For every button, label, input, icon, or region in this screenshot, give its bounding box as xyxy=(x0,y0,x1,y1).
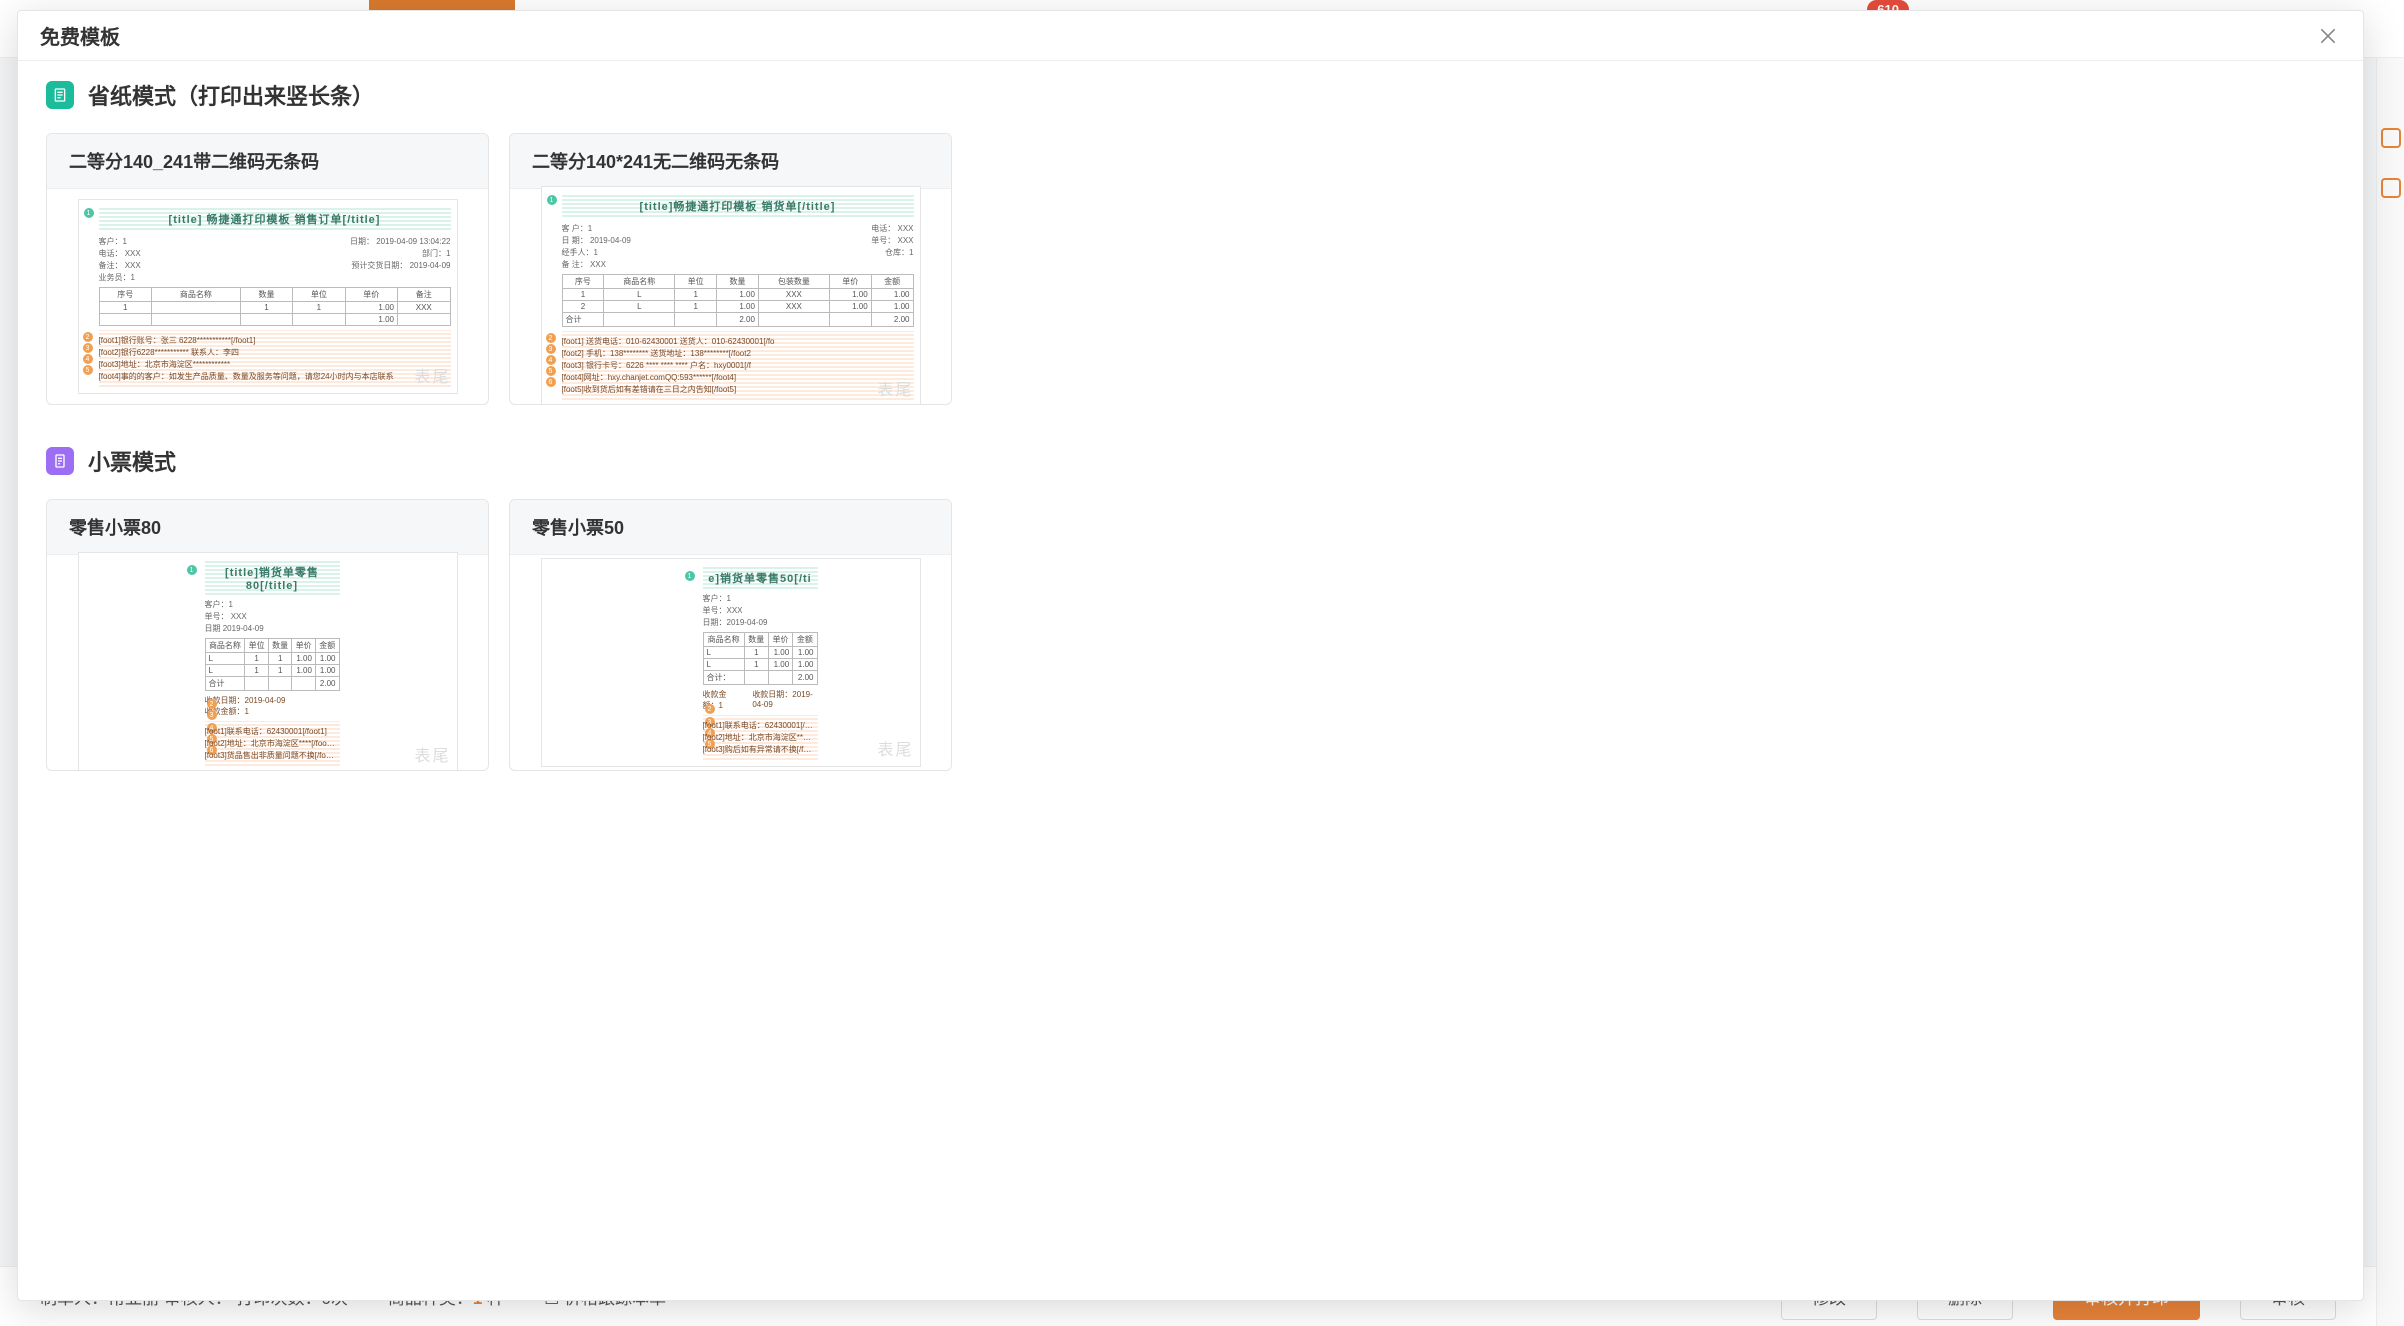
template-card-140-241-noqr[interactable]: 二等分140*241无二维码无条码 1 [title]畅捷通打印模板 销货单[/… xyxy=(509,133,952,405)
close-button[interactable] xyxy=(2315,23,2341,49)
section-icon xyxy=(46,81,74,109)
template-preview: 1 [title] 畅捷通打印模板 销售订单[/title] 客户：1日期： 2… xyxy=(78,199,458,394)
modal-header: 免费模板 xyxy=(18,11,2363,61)
watermark: 表尾 xyxy=(414,742,450,766)
section-title: 小票模式 xyxy=(88,445,176,477)
card-title: 二等分140*241无二维码无条码 xyxy=(510,134,951,189)
card-title: 零售小票50 xyxy=(510,500,951,555)
section-icon xyxy=(46,447,74,475)
section-paper-save: 省纸模式（打印出来竖长条） 二等分140_241带二维码无条码 1 [title… xyxy=(46,79,2335,405)
close-icon xyxy=(2318,26,2338,46)
receipt-icon xyxy=(52,453,68,469)
template-card-receipt-50[interactable]: 零售小票50 1 e]销货单零售50[/ti 客户：1 单号：XXX 日期：20… xyxy=(509,499,952,771)
card-title: 零售小票80 xyxy=(47,500,488,555)
card-title: 二等分140_241带二维码无条码 xyxy=(47,134,488,189)
section-receipt: 小票模式 零售小票80 1 [title]销货单零售80[/title] 客户：… xyxy=(46,445,2335,771)
watermark: 表尾 xyxy=(877,736,913,760)
modal-overlay: 免费模板 省纸模式（打印出来竖长条） 二等分140_241带二维码无条码 xyxy=(0,0,2404,1326)
template-preview: 1 [title]畅捷通打印模板 销货单[/title] 客 户：1电话： XX… xyxy=(541,186,921,405)
template-card-140-241-qr[interactable]: 二等分140_241带二维码无条码 1 [title] 畅捷通打印模板 销售订单… xyxy=(46,133,489,405)
modal-title: 免费模板 xyxy=(40,21,120,50)
modal-body[interactable]: 省纸模式（打印出来竖长条） 二等分140_241带二维码无条码 1 [title… xyxy=(18,61,2363,1300)
template-modal: 免费模板 省纸模式（打印出来竖长条） 二等分140_241带二维码无条码 xyxy=(17,10,2364,1301)
template-card-receipt-80[interactable]: 零售小票80 1 [title]销货单零售80[/title] 客户：1 单号：… xyxy=(46,499,489,771)
template-preview: 1 e]销货单零售50[/ti 客户：1 单号：XXX 日期：2019-04-0… xyxy=(541,558,921,767)
section-title: 省纸模式（打印出来竖长条） xyxy=(88,79,374,111)
template-preview: 1 [title]销货单零售80[/title] 客户：1 单号： XXX 日期… xyxy=(78,552,458,771)
document-icon xyxy=(52,87,68,103)
